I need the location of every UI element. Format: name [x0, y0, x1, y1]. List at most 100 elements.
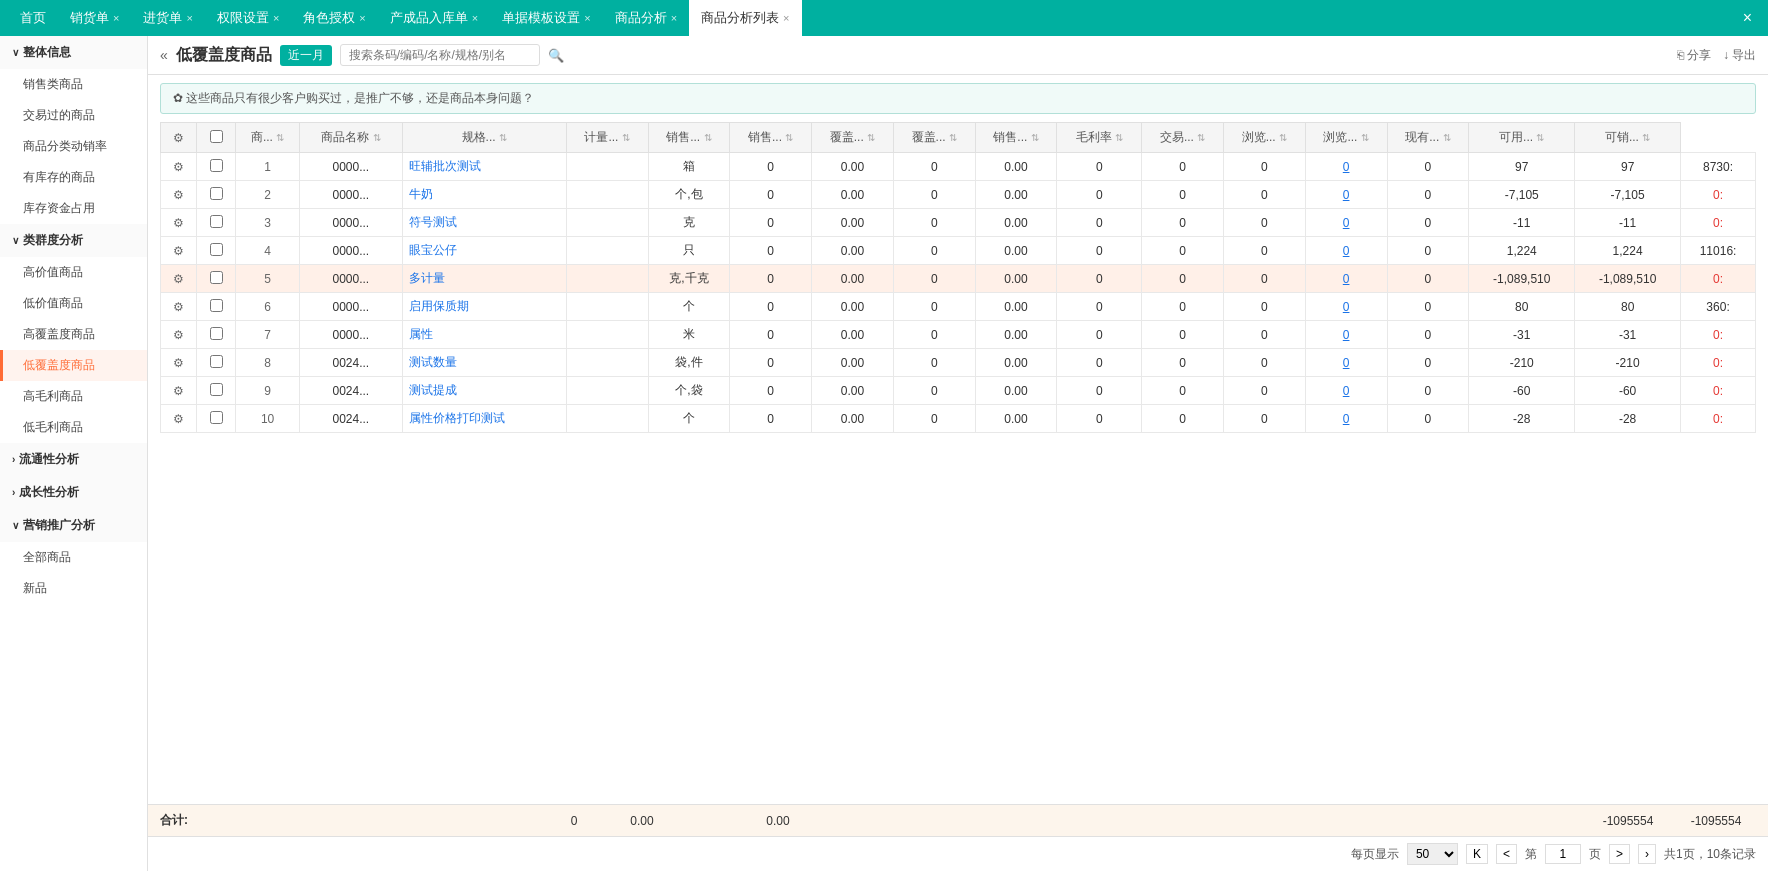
row-settings-icon[interactable]: ⚙: [173, 384, 184, 398]
sidebar-item-low-coverage[interactable]: 低覆盖度商品: [0, 350, 147, 381]
row-settings-icon[interactable]: ⚙: [173, 412, 184, 426]
row-name[interactable]: 测试数量: [402, 349, 566, 377]
row-settings[interactable]: ⚙: [161, 209, 197, 237]
close-icon[interactable]: ×: [273, 12, 279, 24]
search-icon[interactable]: 🔍: [548, 48, 564, 63]
row-name[interactable]: 牛奶: [402, 181, 566, 209]
col-sales3[interactable]: 销售... ⇅: [975, 123, 1057, 153]
row-browse1[interactable]: 0: [1305, 349, 1387, 377]
nav-item-role[interactable]: 角色授权 ×: [291, 0, 377, 36]
per-page-select[interactable]: 50 20 100: [1407, 843, 1458, 865]
nav-item-finished-goods[interactable]: 产成品入库单 ×: [378, 0, 490, 36]
row-settings[interactable]: ⚙: [161, 377, 197, 405]
row-select-checkbox[interactable]: [210, 355, 223, 368]
row-settings-icon[interactable]: ⚙: [173, 300, 184, 314]
row-settings[interactable]: ⚙: [161, 321, 197, 349]
row-checkbox[interactable]: [197, 293, 236, 321]
row-browse1[interactable]: 0: [1305, 377, 1387, 405]
row-checkbox[interactable]: [197, 209, 236, 237]
share-button[interactable]: ⎗ 分享: [1677, 47, 1711, 64]
sidebar-section-circulation[interactable]: › 流通性分析: [0, 443, 147, 476]
row-settings[interactable]: ⚙: [161, 293, 197, 321]
row-select-checkbox[interactable]: [210, 243, 223, 256]
col-code[interactable]: 商... ⇅: [236, 123, 300, 153]
last-page-button[interactable]: ›: [1638, 844, 1656, 864]
col-gross-margin[interactable]: 毛利率 ⇅: [1057, 123, 1142, 153]
col-settings[interactable]: ⚙: [161, 123, 197, 153]
row-browse1[interactable]: 0: [1305, 321, 1387, 349]
row-browse1[interactable]: 0: [1305, 405, 1387, 433]
sidebar-item-stock-capital[interactable]: 库存资金占用: [0, 193, 147, 224]
sidebar-section-marketing[interactable]: ∨ 营销推广分析: [0, 509, 147, 542]
close-icon[interactable]: ×: [783, 12, 789, 24]
col-browse2[interactable]: 浏览... ⇅: [1305, 123, 1387, 153]
row-browse1[interactable]: 0: [1305, 237, 1387, 265]
col-coverage2[interactable]: 覆盖... ⇅: [893, 123, 975, 153]
row-select-checkbox[interactable]: [210, 383, 223, 396]
row-settings[interactable]: ⚙: [161, 405, 197, 433]
row-settings-icon[interactable]: ⚙: [173, 356, 184, 370]
col-coverage1[interactable]: 覆盖... ⇅: [812, 123, 894, 153]
row-settings-icon[interactable]: ⚙: [173, 188, 184, 202]
col-current-stock[interactable]: 现有... ⇅: [1387, 123, 1469, 153]
row-checkbox[interactable]: [197, 237, 236, 265]
time-filter-button[interactable]: 近一月: [280, 45, 332, 66]
nav-item-product-analysis[interactable]: 商品分析 ×: [603, 0, 689, 36]
row-settings-icon[interactable]: ⚙: [173, 272, 184, 286]
row-settings[interactable]: ⚙: [161, 349, 197, 377]
col-browse1[interactable]: 浏览... ⇅: [1223, 123, 1305, 153]
col-checkbox[interactable]: [197, 123, 236, 153]
row-checkbox[interactable]: [197, 321, 236, 349]
nav-item-home[interactable]: 首页: [8, 0, 58, 36]
close-icon[interactable]: ×: [584, 12, 590, 24]
sidebar-item-high-value[interactable]: 高价值商品: [0, 257, 147, 288]
close-icon[interactable]: ×: [186, 12, 192, 24]
row-select-checkbox[interactable]: [210, 187, 223, 200]
sidebar-item-high-margin[interactable]: 高毛利商品: [0, 381, 147, 412]
row-settings-icon[interactable]: ⚙: [173, 244, 184, 258]
sidebar-collapse-button[interactable]: «: [160, 47, 168, 63]
col-name[interactable]: 商品名称 ⇅: [299, 123, 402, 153]
sidebar-section-growth[interactable]: › 成长性分析: [0, 476, 147, 509]
next-page-button[interactable]: >: [1609, 844, 1630, 864]
sidebar-item-high-coverage[interactable]: 高覆盖度商品: [0, 319, 147, 350]
row-select-checkbox[interactable]: [210, 271, 223, 284]
row-name[interactable]: 眼宝公仔: [402, 237, 566, 265]
row-checkbox[interactable]: [197, 265, 236, 293]
sidebar-item-low-value[interactable]: 低价值商品: [0, 288, 147, 319]
search-input[interactable]: [340, 44, 540, 66]
close-icon[interactable]: ×: [472, 12, 478, 24]
row-select-checkbox[interactable]: [210, 299, 223, 312]
row-settings[interactable]: ⚙: [161, 237, 197, 265]
nav-item-template[interactable]: 单据模板设置 ×: [490, 0, 602, 36]
col-sales-qty[interactable]: 销售... ⇅: [648, 123, 730, 153]
row-name[interactable]: 属性价格打印测试: [402, 405, 566, 433]
sidebar-item-new-products[interactable]: 新品: [0, 573, 147, 604]
sidebar-item-category-activity[interactable]: 商品分类动销率: [0, 131, 147, 162]
sidebar-item-all-products[interactable]: 全部商品: [0, 542, 147, 573]
row-checkbox[interactable]: [197, 349, 236, 377]
row-checkbox[interactable]: [197, 405, 236, 433]
first-page-button[interactable]: K: [1466, 844, 1488, 864]
row-checkbox[interactable]: [197, 377, 236, 405]
sidebar-item-traded-products[interactable]: 交易过的商品: [0, 100, 147, 131]
sidebar-item-sales-products[interactable]: 销售类商品: [0, 69, 147, 100]
close-icon[interactable]: ×: [113, 12, 119, 24]
row-select-checkbox[interactable]: [210, 411, 223, 424]
prev-page-button[interactable]: <: [1496, 844, 1517, 864]
row-name[interactable]: 测试提成: [402, 377, 566, 405]
row-settings[interactable]: ⚙: [161, 265, 197, 293]
col-sellable[interactable]: 可销... ⇅: [1575, 123, 1681, 153]
nav-item-sales[interactable]: 销货单 ×: [58, 0, 131, 36]
col-unit[interactable]: 计量... ⇅: [566, 123, 648, 153]
close-icon[interactable]: ×: [359, 12, 365, 24]
row-name[interactable]: 旺辅批次测试: [402, 153, 566, 181]
col-available[interactable]: 可用... ⇅: [1469, 123, 1575, 153]
nav-item-purchase[interactable]: 进货单 ×: [131, 0, 204, 36]
row-name[interactable]: 属性: [402, 321, 566, 349]
row-browse1[interactable]: 0: [1305, 181, 1387, 209]
sidebar-section-cluster[interactable]: ∨ 类群度分析: [0, 224, 147, 257]
export-button[interactable]: ↓ 导出: [1723, 47, 1756, 64]
row-select-checkbox[interactable]: [210, 327, 223, 340]
col-sales-amt[interactable]: 销售... ⇅: [730, 123, 812, 153]
